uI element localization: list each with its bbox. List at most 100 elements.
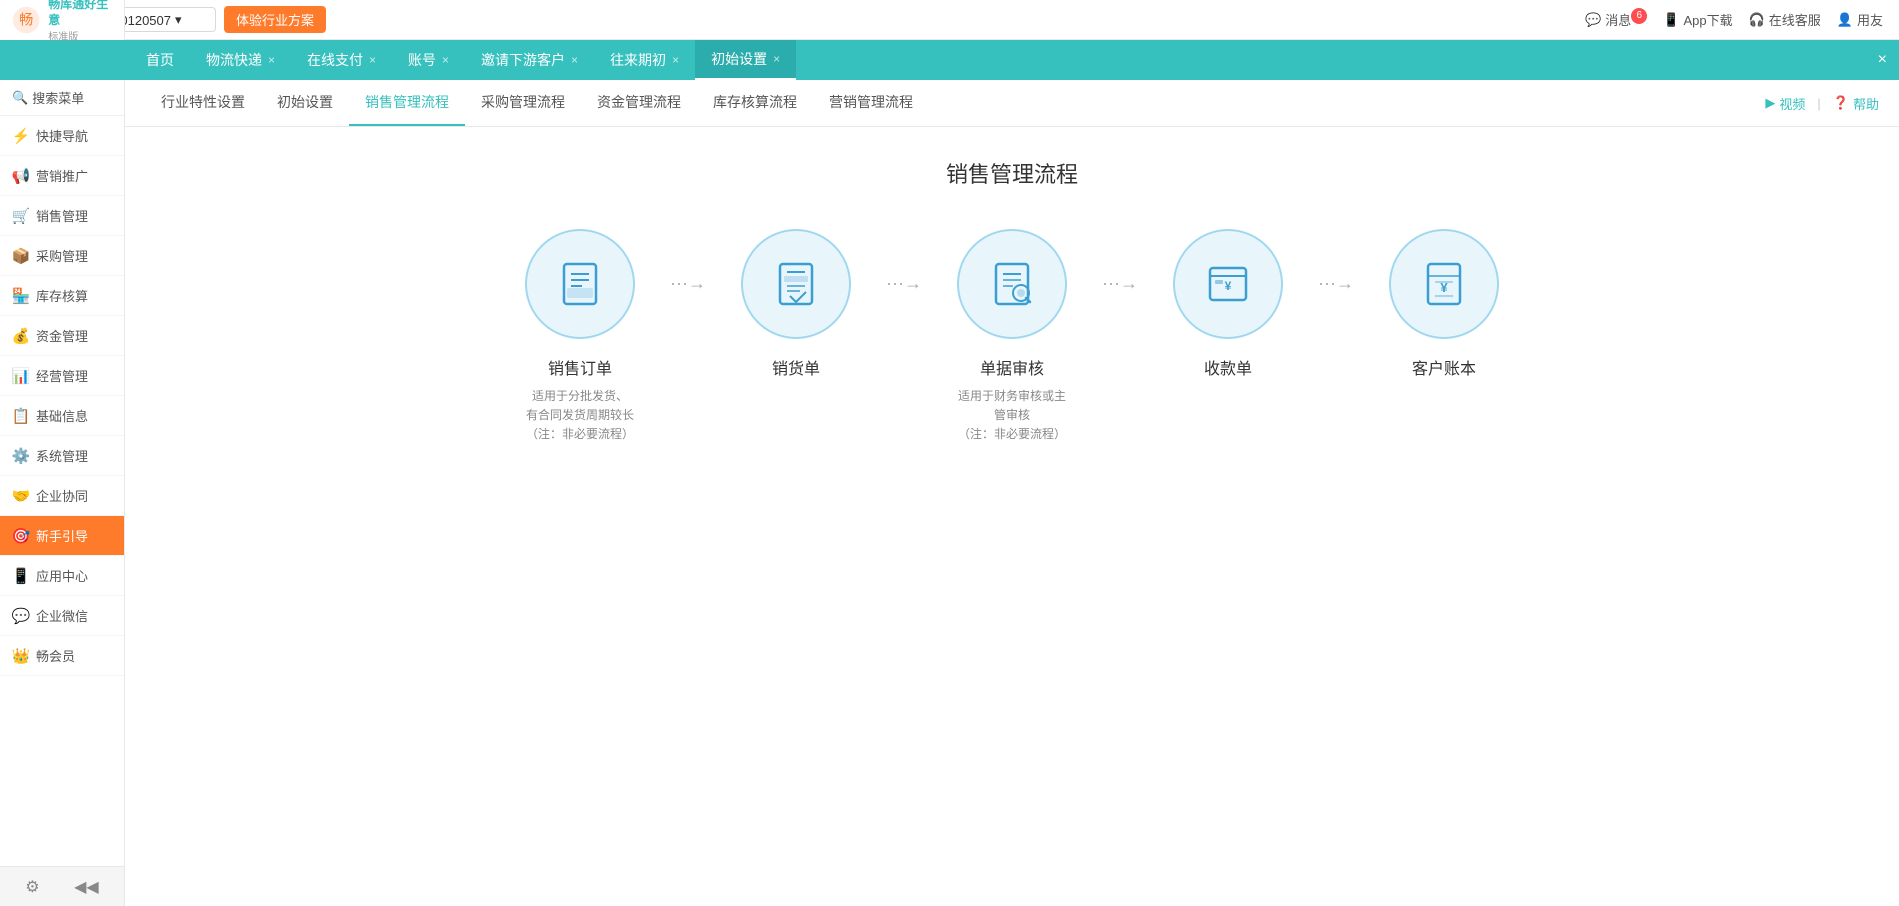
nav-tab-label: 物流快递 [206, 50, 262, 70]
sidebar-search[interactable]: 🔍 搜索菜单 [0, 80, 124, 116]
message-badge: 6 [1631, 8, 1647, 24]
nav-tab-period[interactable]: 往来期初 × [594, 40, 695, 80]
divider: | [1817, 96, 1820, 111]
app-center-icon: 📱 [12, 567, 30, 585]
settings-button[interactable]: ⚙ [25, 877, 39, 897]
app-download-link[interactable]: 📱 App下载 [1663, 10, 1732, 29]
online-service-label: 在线客服 [1769, 10, 1821, 29]
sidebar-item-system[interactable]: ⚙️ 系统管理 [0, 436, 124, 476]
quick-nav-icon: ⚡ [12, 127, 30, 145]
sidebar-item-marketing[interactable]: 📢 营销推广 [0, 156, 124, 196]
enterprise-icon: 🤝 [12, 487, 30, 505]
sidebar-item-fund[interactable]: 💰 资金管理 [0, 316, 124, 356]
arrow-icon: ···→ [1102, 273, 1138, 294]
nav-tab-home[interactable]: 首页 [130, 40, 190, 80]
flow-arrow-4: ···→ [1318, 229, 1354, 294]
sidebar-item-purchase[interactable]: 📦 采购管理 [0, 236, 124, 276]
sidebar-item-label: 营销推广 [36, 166, 88, 185]
nav-tab-account[interactable]: 账号 × [392, 40, 465, 80]
help-label: 帮助 [1853, 94, 1879, 113]
flow-circle-payment: ¥ [1173, 229, 1283, 339]
flow-step-audit: 单据审核 适用于财务审核或主管审核（注：非必要流程） [922, 229, 1102, 445]
help-link[interactable]: ❓ 帮助 [1833, 94, 1879, 113]
download-icon: 📱 [1663, 12, 1679, 28]
top-bar-right: 💬 消息 6 📱 App下载 🎧 在线客服 👤 用友 [1585, 10, 1883, 29]
user-profile[interactable]: 👤 用友 [1837, 10, 1883, 29]
svg-text:畅: 畅 [19, 11, 33, 27]
flow-circle-audit [957, 229, 1067, 339]
sidebar-item-quick-nav[interactable]: ⚡ 快捷导航 [0, 116, 124, 156]
sub-tab-fund-flow[interactable]: 资金管理流程 [581, 80, 697, 126]
sidebar-logo: 畅 畅库通好生意 标准版 [0, 0, 125, 40]
flow-desc-audit: 适用于财务审核或主管审核（注：非必要流程） [958, 387, 1066, 445]
flow-step-ledger: ¥ 客户账本 [1354, 229, 1534, 387]
member-icon: 👑 [12, 647, 30, 665]
sidebar-item-inventory[interactable]: 🏪 库存核算 [0, 276, 124, 316]
sidebar-item-sales[interactable]: 🛒 销售管理 [0, 196, 124, 236]
sidebar-item-label: 经营管理 [36, 366, 88, 385]
sub-tab-marketing-flow[interactable]: 营销管理流程 [813, 80, 929, 126]
help-icon: ❓ [1833, 95, 1849, 111]
nav-tab-label: 邀请下游客户 [481, 50, 565, 70]
flow-label-payment: 收款单 [1204, 355, 1252, 379]
sidebar-item-wechat[interactable]: 💬 企业微信 [0, 596, 124, 636]
sidebar-item-enterprise-coop[interactable]: 🤝 企业协同 [0, 476, 124, 516]
sidebar-item-member[interactable]: 👑 畅会员 [0, 636, 124, 676]
nav-tab-payment[interactable]: 在线支付 × [291, 40, 392, 80]
video-label: 视频 [1779, 94, 1805, 113]
nav-tab-close[interactable]: × [442, 53, 449, 67]
sidebar-item-label: 应用中心 [36, 566, 88, 585]
trial-button[interactable]: 体验行业方案 [224, 6, 326, 33]
nav-tab-close[interactable]: × [773, 52, 780, 66]
sub-tab-initial[interactable]: 初始设置 [261, 80, 349, 126]
nav-tab-close[interactable]: × [672, 53, 679, 67]
nav-tab-initial-settings[interactable]: 初始设置 × [695, 40, 796, 80]
nav-tab-label: 首页 [146, 50, 174, 70]
message-link[interactable]: 💬 消息 6 [1585, 10, 1647, 29]
online-service-link[interactable]: 🎧 在线客服 [1749, 10, 1821, 29]
sidebar-item-label: 企业微信 [36, 606, 88, 625]
sub-tab-sales-flow[interactable]: 销售管理流程 [349, 80, 465, 126]
sidebar-item-label: 销售管理 [36, 206, 88, 225]
sidebar-item-basic[interactable]: 📋 基础信息 [0, 396, 124, 436]
flow-arrow-3: ···→ [1102, 229, 1138, 294]
collapse-button[interactable]: ◀◀ [74, 877, 99, 897]
sidebar-item-ops[interactable]: 📊 经营管理 [0, 356, 124, 396]
video-link[interactable]: ▶ 视频 [1765, 94, 1805, 113]
user-name: 用友 [1857, 10, 1883, 29]
wechat-icon: 💬 [12, 607, 30, 625]
page-title: 销售管理流程 [125, 127, 1899, 229]
main-content: 行业特性设置 初始设置 销售管理流程 采购管理流程 资金管理流程 库存核算流程 … [125, 80, 1899, 906]
flow-arrow-1: ···→ [670, 229, 706, 294]
audit-icon [986, 258, 1038, 310]
flow-label-audit: 单据审核 [980, 355, 1044, 379]
sidebar-item-newbie[interactable]: 🎯 新手引导 [0, 516, 124, 556]
search-label: 搜索菜单 [32, 88, 84, 107]
nav-tab-invite[interactable]: 邀请下游客户 × [465, 40, 594, 80]
sub-tab-label: 资金管理流程 [597, 94, 681, 110]
fund-icon: 💰 [12, 327, 30, 345]
flow-step-delivery: 销货单 [706, 229, 886, 387]
sidebar-item-label: 基础信息 [36, 406, 88, 425]
arrow-icon: ···→ [670, 273, 706, 294]
sales-icon: 🛒 [12, 207, 30, 225]
sub-tab-label: 初始设置 [277, 94, 333, 110]
sub-tab-purchase-flow[interactable]: 采购管理流程 [465, 80, 581, 126]
close-all-tabs[interactable]: × [1866, 51, 1899, 69]
sub-tab-industry[interactable]: 行业特性设置 [145, 80, 261, 126]
nav-tab-close[interactable]: × [268, 53, 275, 67]
ops-icon: 📊 [12, 367, 30, 385]
sub-tabs-left: 行业特性设置 初始设置 销售管理流程 采购管理流程 资金管理流程 库存核算流程 … [145, 80, 929, 126]
nav-tab-label: 初始设置 [711, 49, 767, 69]
newbie-icon: 🎯 [12, 527, 30, 545]
app-download-label: App下载 [1683, 10, 1732, 29]
sub-tab-label: 行业特性设置 [161, 94, 245, 110]
sub-tab-inventory-flow[interactable]: 库存核算流程 [697, 80, 813, 126]
arrow-icon: ···→ [886, 273, 922, 294]
inventory-icon: 🏪 [12, 287, 30, 305]
nav-tab-logistics[interactable]: 物流快递 × [190, 40, 291, 80]
sub-tab-label: 采购管理流程 [481, 94, 565, 110]
sidebar-item-app-center[interactable]: 📱 应用中心 [0, 556, 124, 596]
nav-tab-close[interactable]: × [369, 53, 376, 67]
nav-tab-close[interactable]: × [571, 53, 578, 67]
